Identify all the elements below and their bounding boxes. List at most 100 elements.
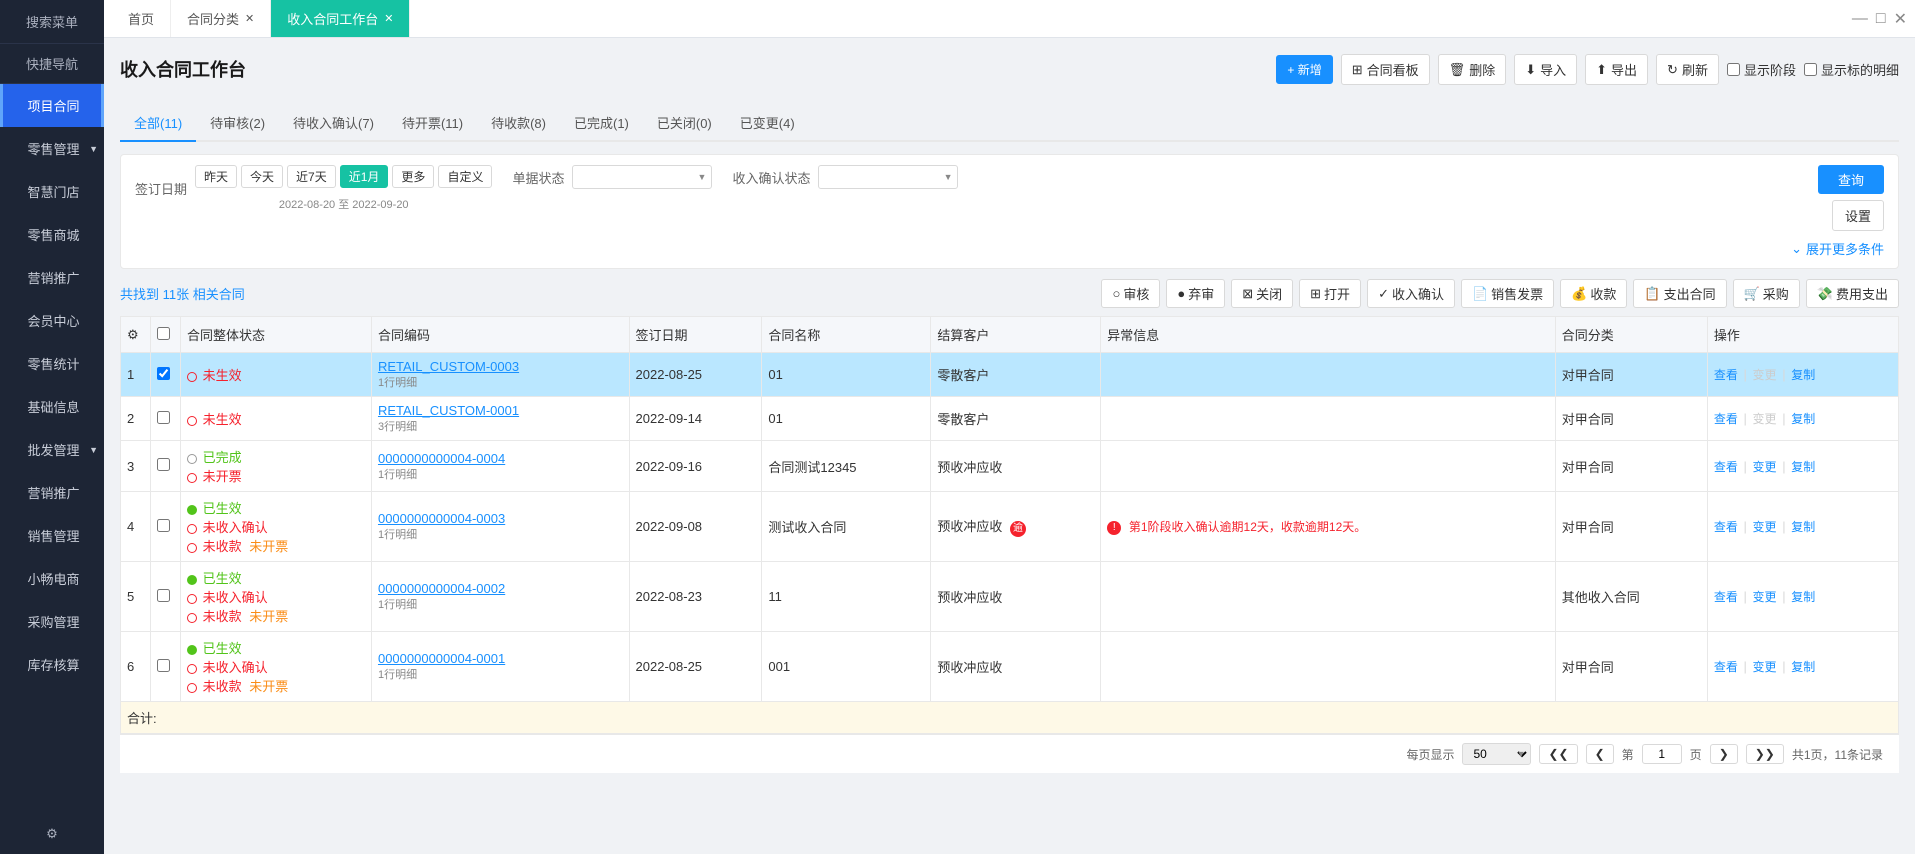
sidebar-settings-button[interactable]: ⚙ bbox=[0, 814, 104, 854]
copy-link[interactable]: 复制 bbox=[1791, 460, 1815, 474]
expense-out-button[interactable]: 💸 费用支出 bbox=[1806, 279, 1899, 308]
review-button[interactable]: ○ 审核 bbox=[1101, 279, 1160, 308]
show-fields-checkbox[interactable]: 显示阶段 bbox=[1727, 60, 1796, 79]
view-link[interactable]: 查看 bbox=[1714, 590, 1738, 604]
subtab-all[interactable]: 全部(11) bbox=[120, 105, 196, 142]
show-detail-checkbox[interactable]: 显示标的明细 bbox=[1804, 60, 1899, 79]
receive-payment-button[interactable]: 💰 收款 bbox=[1560, 279, 1627, 308]
open-contract-button[interactable]: ⊞ 打开 bbox=[1299, 279, 1361, 308]
abandon-review-button[interactable]: ● 弃审 bbox=[1166, 279, 1225, 308]
main-content: 首页 合同分类 ✕ 收入合同工作台 ✕ — □ ✕ 收入合同工作台 + 新增 ⊞… bbox=[104, 0, 1915, 854]
subtab-pending-payment[interactable]: 待收款(8) bbox=[477, 105, 560, 142]
new-button[interactable]: + 新增 bbox=[1276, 55, 1332, 84]
sidebar-item-basic-info[interactable]: 基础信息 bbox=[0, 385, 104, 428]
income-confirm-select[interactable] bbox=[818, 165, 958, 189]
tab-home[interactable]: 首页 bbox=[112, 0, 171, 37]
last7-btn[interactable]: 近7天 bbox=[287, 165, 336, 188]
subtab-completed[interactable]: 已完成(1) bbox=[560, 105, 643, 142]
today-btn[interactable]: 今天 bbox=[241, 165, 283, 188]
more-btn[interactable]: 更多 bbox=[392, 165, 434, 188]
sidebar-item-inventory-calc[interactable]: 库存核算 bbox=[0, 643, 104, 686]
purchase-button[interactable]: 🛒 采购 bbox=[1733, 279, 1800, 308]
next-page-button[interactable]: ❯ bbox=[1710, 744, 1738, 764]
per-page-select[interactable]: 50 20 100 bbox=[1462, 743, 1531, 765]
yesterday-btn[interactable]: 昨天 bbox=[195, 165, 237, 188]
last-page-button[interactable]: ❯❯ bbox=[1746, 744, 1784, 764]
tab-home-label: 首页 bbox=[128, 9, 154, 28]
change-link[interactable]: 变更 bbox=[1753, 412, 1777, 426]
sidebar-item-wholesale-mgmt[interactable]: 批发管理 bbox=[0, 428, 104, 471]
copy-link[interactable]: 复制 bbox=[1791, 412, 1815, 426]
subtab-closed[interactable]: 已关闭(0) bbox=[643, 105, 726, 142]
copy-link[interactable]: 复制 bbox=[1791, 368, 1815, 382]
sidebar-item-marketing1[interactable]: 营销推广 bbox=[0, 256, 104, 299]
prev-page-button[interactable]: ❮ bbox=[1586, 744, 1614, 764]
copy-link[interactable]: 复制 bbox=[1791, 590, 1815, 604]
sidebar-item-xiaochang-ecom[interactable]: 小畅电商 bbox=[0, 557, 104, 600]
sidebar-item-purchase-mgmt[interactable]: 采购管理 bbox=[0, 600, 104, 643]
kanban-button[interactable]: ⊞ 合同看板 bbox=[1341, 54, 1430, 85]
contract-link[interactable]: 0000000000004-0002 bbox=[378, 581, 623, 596]
tab-income-contract-close[interactable]: ✕ bbox=[384, 12, 393, 25]
contract-link[interactable]: 0000000000004-0001 bbox=[378, 651, 623, 666]
view-link[interactable]: 查看 bbox=[1714, 460, 1738, 474]
sidebar-item-project-contract[interactable]: 项目合同 bbox=[0, 84, 104, 127]
subtab-pending-invoice[interactable]: 待开票(11) bbox=[388, 105, 477, 142]
row-no: 2 bbox=[121, 397, 151, 441]
query-button[interactable]: 查询 bbox=[1818, 165, 1884, 194]
refresh-button[interactable]: ↻ 刷新 bbox=[1656, 54, 1719, 85]
last1month-btn[interactable]: 近1月 bbox=[340, 165, 389, 188]
tab-contract-category[interactable]: 合同分类 ✕ bbox=[171, 0, 271, 37]
change-link[interactable]: 变更 bbox=[1753, 590, 1777, 604]
row-customer: 预收冲应收 bbox=[931, 441, 1101, 492]
sidebar-item-member-center[interactable]: 会员中心 bbox=[0, 299, 104, 342]
sidebar-search[interactable]: 搜索菜单 bbox=[0, 0, 104, 44]
tab-income-contract[interactable]: 收入合同工作台 ✕ bbox=[271, 0, 410, 37]
subtab-changed[interactable]: 已变更(4) bbox=[726, 105, 809, 142]
tabbar-close-button[interactable]: ✕ bbox=[1894, 9, 1907, 29]
col-settings[interactable]: ⚙ bbox=[121, 317, 151, 353]
delete-button[interactable]: 🗑 删除 bbox=[1438, 54, 1507, 85]
sidebar-item-retail-stats[interactable]: 零售统计 bbox=[0, 342, 104, 385]
contract-link[interactable]: 0000000000004-0003 bbox=[378, 511, 623, 526]
view-link[interactable]: 查看 bbox=[1714, 368, 1738, 382]
income-confirm-label: 收入确认状态 bbox=[732, 168, 810, 187]
change-link[interactable]: 变更 bbox=[1753, 368, 1777, 382]
first-page-button[interactable]: ❮❮ bbox=[1539, 744, 1577, 764]
change-link[interactable]: 变更 bbox=[1753, 460, 1777, 474]
export-button[interactable]: ⬆ 导出 bbox=[1585, 54, 1648, 85]
view-link[interactable]: 查看 bbox=[1714, 520, 1738, 534]
sidebar-item-retail-mgmt[interactable]: 零售管理 bbox=[0, 127, 104, 170]
sales-invoice-button[interactable]: 📄 销售发票 bbox=[1461, 279, 1554, 308]
col-exception: 异常信息 bbox=[1101, 317, 1556, 353]
change-link[interactable]: 变更 bbox=[1753, 520, 1777, 534]
view-link[interactable]: 查看 bbox=[1714, 412, 1738, 426]
copy-link[interactable]: 复制 bbox=[1791, 520, 1815, 534]
sidebar-item-marketing2[interactable]: 营销推广 bbox=[0, 471, 104, 514]
contract-link[interactable]: RETAIL_CUSTOM-0003 bbox=[378, 359, 623, 374]
tabbar-maximize-button[interactable]: □ bbox=[1876, 10, 1886, 28]
custom-btn[interactable]: 自定义 bbox=[438, 165, 492, 188]
tab-contract-category-close[interactable]: ✕ bbox=[245, 12, 254, 25]
contract-link[interactable]: 0000000000004-0004 bbox=[378, 451, 623, 466]
tabbar-minimize-button[interactable]: — bbox=[1852, 10, 1868, 28]
copy-link[interactable]: 复制 bbox=[1791, 660, 1815, 674]
expense-contract-button[interactable]: 📋 支出合同 bbox=[1633, 279, 1726, 308]
contract-link[interactable]: RETAIL_CUSTOM-0001 bbox=[378, 403, 623, 418]
filter-setting-button[interactable]: 设置 bbox=[1832, 200, 1884, 231]
income-confirm-button[interactable]: ✓ 收入确认 bbox=[1367, 279, 1455, 308]
change-link[interactable]: 变更 bbox=[1753, 660, 1777, 674]
sidebar-item-retail-mall[interactable]: 零售商城 bbox=[0, 213, 104, 256]
sidebar-item-sales-mgmt[interactable]: 销售管理 bbox=[0, 514, 104, 557]
expand-filter-button[interactable]: ⌄ 展开更多条件 bbox=[1791, 239, 1884, 258]
view-link[interactable]: 查看 bbox=[1714, 660, 1738, 674]
subtab-pending-review[interactable]: 待审核(2) bbox=[196, 105, 279, 142]
close-contract-button[interactable]: ⊠ 关闭 bbox=[1231, 279, 1293, 308]
subtab-pending-income-confirm[interactable]: 待收入确认(7) bbox=[279, 105, 388, 142]
import-button[interactable]: ⬇ 导入 bbox=[1514, 54, 1577, 85]
sidebar-shortcut[interactable]: 快捷导航 bbox=[0, 44, 104, 84]
sidebar-item-smart-store[interactable]: 智慧门店 bbox=[0, 170, 104, 213]
page-input[interactable] bbox=[1642, 744, 1682, 764]
doc-status-select[interactable] bbox=[572, 165, 712, 189]
select-all-checkbox[interactable] bbox=[157, 327, 170, 340]
